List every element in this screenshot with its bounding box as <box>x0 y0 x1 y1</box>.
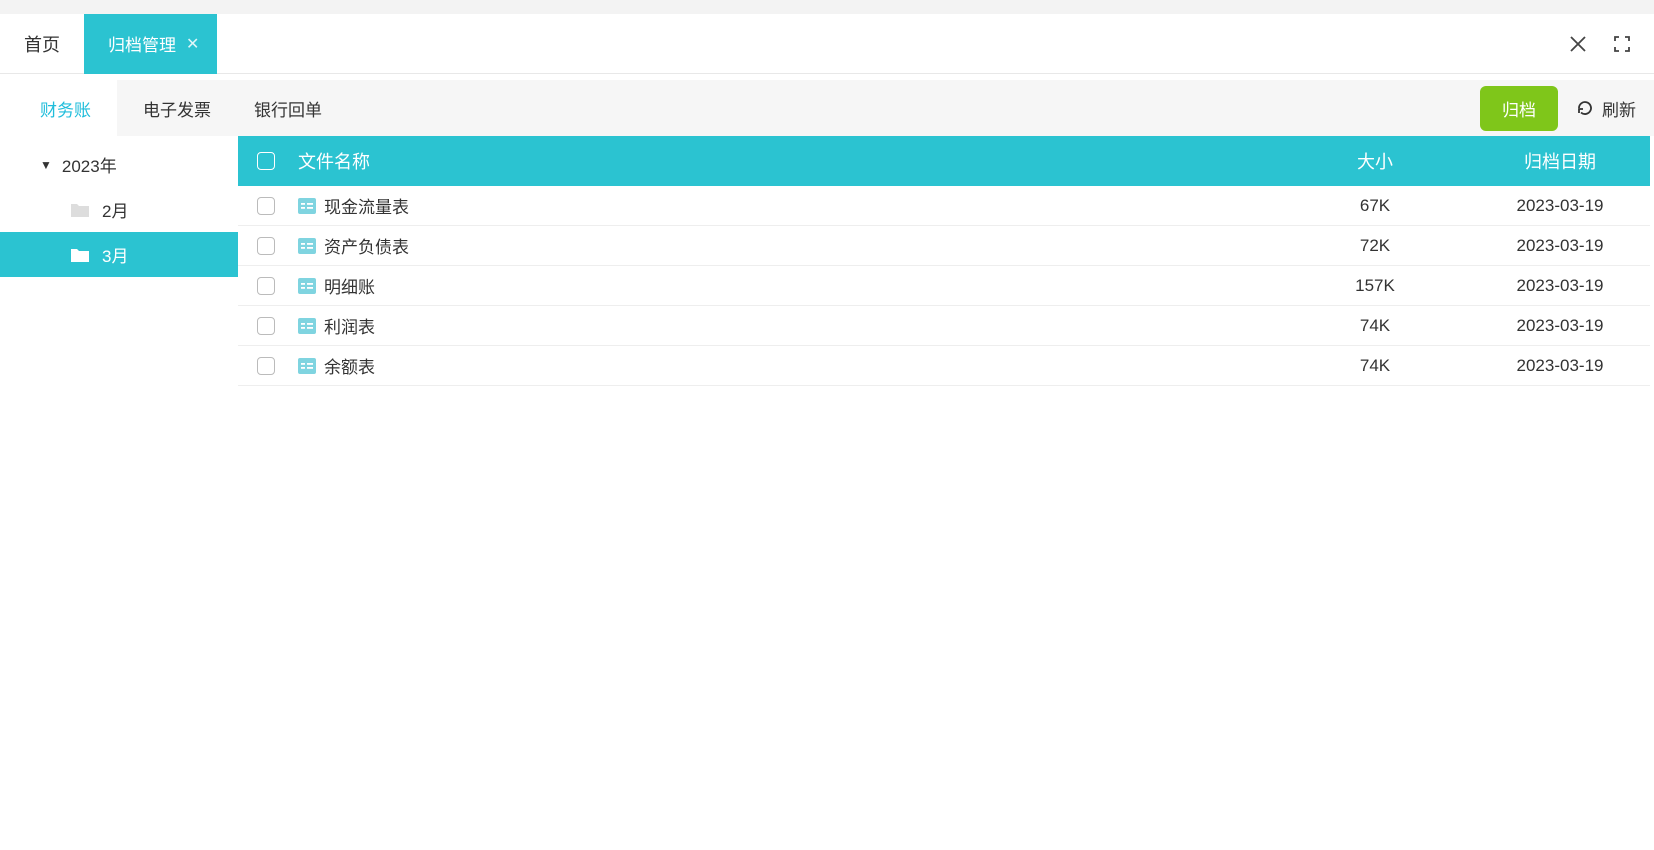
file-table: 文件名称 大小 归档日期 现金流量表67K2023-03-19资产负债表72K2… <box>238 136 1650 386</box>
folder-icon <box>70 246 90 264</box>
row-date: 2023-03-19 <box>1470 196 1650 216</box>
tab-bar: 首页 归档管理 ✕ <box>0 14 1654 74</box>
table-row[interactable]: 利润表 74K2023-03-19 <box>238 306 1650 346</box>
sub-tab-label: 电子发票 <box>143 96 211 121</box>
row-date: 2023-03-19 <box>1470 236 1650 256</box>
refresh-icon <box>1576 99 1594 117</box>
header-checkbox-cell <box>238 152 294 170</box>
row-checkbox[interactable] <box>257 197 275 215</box>
toolbar: 银行回单 归档 刷新 <box>238 80 1654 136</box>
header-date: 归档日期 <box>1470 148 1650 174</box>
row-checkbox-cell <box>238 197 294 215</box>
row-name-cell: 资产负债表 <box>294 233 1280 258</box>
row-size: 72K <box>1280 236 1470 256</box>
row-checkbox[interactable] <box>257 277 275 295</box>
refresh-button[interactable]: 刷新 <box>1576 96 1636 121</box>
close-icon[interactable]: ✕ <box>186 34 199 54</box>
file-icon <box>298 198 316 214</box>
main-panel: 银行回单 归档 刷新 文件名称 大小 归档日期 现 <box>238 80 1654 850</box>
chevron-down-icon: ▼ <box>40 158 52 172</box>
sub-tab-einvoice[interactable]: 电子发票 <box>117 80 237 136</box>
tab-active-label: 归档管理 <box>108 31 176 56</box>
tab-home-label: 首页 <box>24 31 60 57</box>
sub-tab-label: 银行回单 <box>254 96 322 121</box>
row-name-cell: 利润表 <box>294 313 1280 338</box>
tree-year-node[interactable]: ▼ 2023年 <box>0 142 238 187</box>
row-name: 利润表 <box>324 313 375 338</box>
table-body: 现金流量表67K2023-03-19资产负债表72K2023-03-19明细账1… <box>238 186 1650 386</box>
file-icon <box>298 318 316 334</box>
sub-tabs: 财务账 电子发票 <box>14 80 238 136</box>
tree-month-label: 2月 <box>102 197 128 222</box>
row-name-cell: 现金流量表 <box>294 193 1280 218</box>
tree-month-node[interactable]: 3月 <box>0 232 238 277</box>
file-icon <box>298 358 316 374</box>
row-name: 余额表 <box>324 353 375 378</box>
row-size: 157K <box>1280 276 1470 296</box>
archive-button-label: 归档 <box>1502 101 1536 120</box>
row-name: 明细账 <box>324 273 375 298</box>
sidebar: 财务账 电子发票 ▼ 2023年 2月 3月 <box>0 80 238 850</box>
tab-home[interactable]: 首页 <box>0 14 84 74</box>
header-size: 大小 <box>1280 148 1470 174</box>
row-checkbox[interactable] <box>257 237 275 255</box>
table-row[interactable]: 资产负债表 72K2023-03-19 <box>238 226 1650 266</box>
row-date: 2023-03-19 <box>1470 276 1650 296</box>
row-checkbox-cell <box>238 357 294 375</box>
table-header: 文件名称 大小 归档日期 <box>238 136 1650 186</box>
table-row[interactable]: 明细账 157K2023-03-19 <box>238 266 1650 306</box>
folder-tree: ▼ 2023年 2月 3月 <box>0 142 238 277</box>
fullscreen-icon <box>1613 35 1631 53</box>
window-actions <box>1556 14 1654 74</box>
table-row[interactable]: 现金流量表 67K2023-03-19 <box>238 186 1650 226</box>
file-icon <box>298 238 316 254</box>
folder-icon <box>70 201 90 219</box>
tree-year-label: 2023年 <box>62 152 117 177</box>
top-spacer <box>0 0 1654 14</box>
row-size: 74K <box>1280 316 1470 336</box>
row-name: 现金流量表 <box>324 193 409 218</box>
close-window-button[interactable] <box>1556 22 1600 66</box>
select-all-checkbox[interactable] <box>257 152 275 170</box>
archive-button[interactable]: 归档 <box>1480 86 1558 131</box>
sub-tab-bank[interactable]: 银行回单 <box>238 96 348 121</box>
row-name-cell: 余额表 <box>294 353 1280 378</box>
close-icon <box>1569 35 1587 53</box>
row-date: 2023-03-19 <box>1470 316 1650 336</box>
file-icon <box>298 278 316 294</box>
sub-tab-label: 财务账 <box>40 96 91 121</box>
row-name: 资产负债表 <box>324 233 409 258</box>
row-size: 67K <box>1280 196 1470 216</box>
tree-month-node[interactable]: 2月 <box>0 187 238 232</box>
row-date: 2023-03-19 <box>1470 356 1650 376</box>
row-size: 74K <box>1280 356 1470 376</box>
sub-tab-financial[interactable]: 财务账 <box>14 80 117 136</box>
refresh-label: 刷新 <box>1602 96 1636 121</box>
tree-month-label: 3月 <box>102 242 128 267</box>
fullscreen-button[interactable] <box>1600 22 1644 66</box>
header-name: 文件名称 <box>294 148 1280 174</box>
content-area: 财务账 电子发票 ▼ 2023年 2月 3月 银行回单 <box>0 74 1654 850</box>
table-row[interactable]: 余额表 74K2023-03-19 <box>238 346 1650 386</box>
row-checkbox[interactable] <box>257 357 275 375</box>
row-checkbox[interactable] <box>257 317 275 335</box>
row-checkbox-cell <box>238 277 294 295</box>
tab-active[interactable]: 归档管理 ✕ <box>84 14 217 74</box>
row-checkbox-cell <box>238 237 294 255</box>
row-name-cell: 明细账 <box>294 273 1280 298</box>
row-checkbox-cell <box>238 317 294 335</box>
